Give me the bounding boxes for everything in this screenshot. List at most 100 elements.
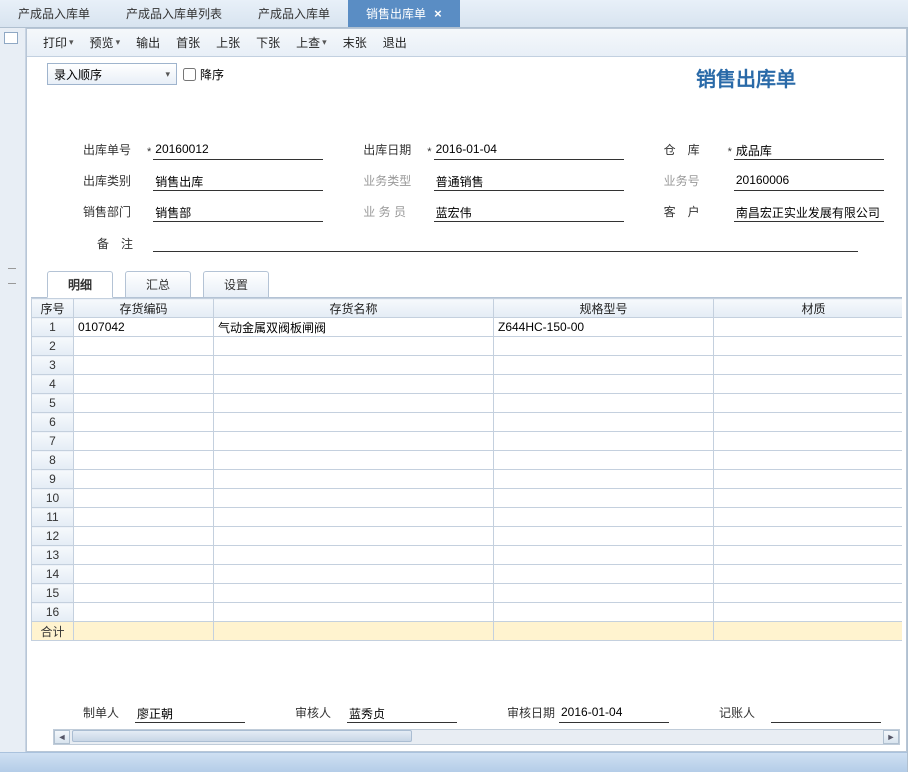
desc-checkbox-input[interactable] [183,68,196,81]
cell-mat[interactable] [714,489,903,508]
cell-code[interactable]: 0107042 [74,318,214,337]
table-row[interactable]: 6 [32,413,903,432]
cell-spec[interactable] [494,508,714,527]
cell-name[interactable] [214,565,494,584]
table-row[interactable]: 5 [32,394,903,413]
last-button[interactable]: 末张 [337,31,373,54]
cell-mat[interactable] [714,546,903,565]
horizontal-scrollbar[interactable]: ◄ ► [53,729,900,745]
upcheck-button[interactable]: 上查▾ [290,31,333,54]
biz-person-value[interactable]: 蓝宏伟 [434,204,624,222]
cell-code[interactable] [74,603,214,622]
cell-name[interactable] [214,451,494,470]
out-type-value[interactable]: 销售出库 [153,173,323,191]
cell-spec[interactable] [494,546,714,565]
remark-value[interactable] [153,234,858,252]
tab-product-in-1[interactable]: 产成品入库单 [0,0,108,27]
prev-button[interactable]: 上张 [210,31,246,54]
cell-code[interactable] [74,546,214,565]
order-select[interactable]: 录入顺序 ▾ [47,63,177,85]
cell-spec[interactable] [494,527,714,546]
cell-name[interactable]: 气动金属双阀板闸阀 [214,318,494,337]
cell-mat[interactable] [714,603,903,622]
cell-spec[interactable]: Z644HC-150-00 [494,318,714,337]
cell-spec[interactable] [494,394,714,413]
cell-mat[interactable] [714,527,903,546]
tab-summary[interactable]: 汇总 [125,271,191,297]
col-spec[interactable]: 规格型号 [494,299,714,318]
cell-code[interactable] [74,489,214,508]
cell-code[interactable] [74,470,214,489]
scroll-track[interactable] [70,730,883,744]
cell-mat[interactable] [714,451,903,470]
cell-name[interactable] [214,584,494,603]
cell-name[interactable] [214,470,494,489]
cell-name[interactable] [214,413,494,432]
cell-code[interactable] [74,394,214,413]
tab-settings[interactable]: 设置 [203,271,269,297]
tab-detail[interactable]: 明细 [47,271,113,298]
first-button[interactable]: 首张 [170,31,206,54]
cell-code[interactable] [74,508,214,527]
cell-mat[interactable] [714,413,903,432]
table-row[interactable]: 12 [32,527,903,546]
cell-spec[interactable] [494,356,714,375]
table-row[interactable]: 16 [32,603,903,622]
table-row[interactable]: 7 [32,432,903,451]
cell-spec[interactable] [494,432,714,451]
print-button[interactable]: 打印▾ [37,31,80,54]
col-seq[interactable]: 序号 [32,299,74,318]
col-mat[interactable]: 材质 [714,299,903,318]
cell-name[interactable] [214,546,494,565]
preview-button[interactable]: 预览▾ [84,31,127,54]
cell-name[interactable] [214,508,494,527]
table-row[interactable]: 4 [32,375,903,394]
cell-spec[interactable] [494,337,714,356]
close-icon[interactable]: × [434,6,442,21]
cell-code[interactable] [74,337,214,356]
cell-code[interactable] [74,375,214,394]
tab-product-in-list[interactable]: 产成品入库单列表 [108,0,240,27]
biz-type-value[interactable]: 普通销售 [434,173,624,191]
cell-spec[interactable] [494,413,714,432]
cell-name[interactable] [214,375,494,394]
cell-mat[interactable] [714,337,903,356]
table-row[interactable]: 14 [32,565,903,584]
cell-mat[interactable] [714,584,903,603]
table-row[interactable]: 10107042气动金属双阀板闸阀Z644HC-150-00 [32,318,903,337]
scroll-thumb[interactable] [72,730,412,742]
cell-mat[interactable] [714,394,903,413]
cell-name[interactable] [214,356,494,375]
out-date-value[interactable]: 2016-01-04 [434,142,624,160]
table-row[interactable]: 15 [32,584,903,603]
output-button[interactable]: 输出 [130,31,166,54]
cell-code[interactable] [74,356,214,375]
next-button[interactable]: 下张 [250,31,286,54]
col-name[interactable]: 存货名称 [214,299,494,318]
detail-grid[interactable]: 序号 存货编码 存货名称 规格型号 材质 10107042气动金属双阀板闸阀Z6… [31,298,902,641]
table-row[interactable]: 11 [32,508,903,527]
cell-mat[interactable] [714,432,903,451]
table-row[interactable]: 10 [32,489,903,508]
tab-sales-out[interactable]: 销售出库单 × [348,0,460,27]
customer-value[interactable]: 南昌宏正实业发展有限公司 [734,204,884,222]
cell-spec[interactable] [494,489,714,508]
cell-code[interactable] [74,565,214,584]
cell-mat[interactable] [714,356,903,375]
cell-spec[interactable] [494,451,714,470]
sale-dept-value[interactable]: 销售部 [153,204,323,222]
cell-mat[interactable] [714,508,903,527]
table-row[interactable]: 9 [32,470,903,489]
cell-spec[interactable] [494,584,714,603]
exit-button[interactable]: 退出 [377,31,413,54]
cell-code[interactable] [74,584,214,603]
cell-spec[interactable] [494,603,714,622]
cell-code[interactable] [74,527,214,546]
cell-name[interactable] [214,489,494,508]
cell-code[interactable] [74,451,214,470]
tab-product-in-2[interactable]: 产成品入库单 [240,0,348,27]
cell-name[interactable] [214,394,494,413]
table-row[interactable]: 3 [32,356,903,375]
col-code[interactable]: 存货编码 [74,299,214,318]
table-row[interactable]: 8 [32,451,903,470]
